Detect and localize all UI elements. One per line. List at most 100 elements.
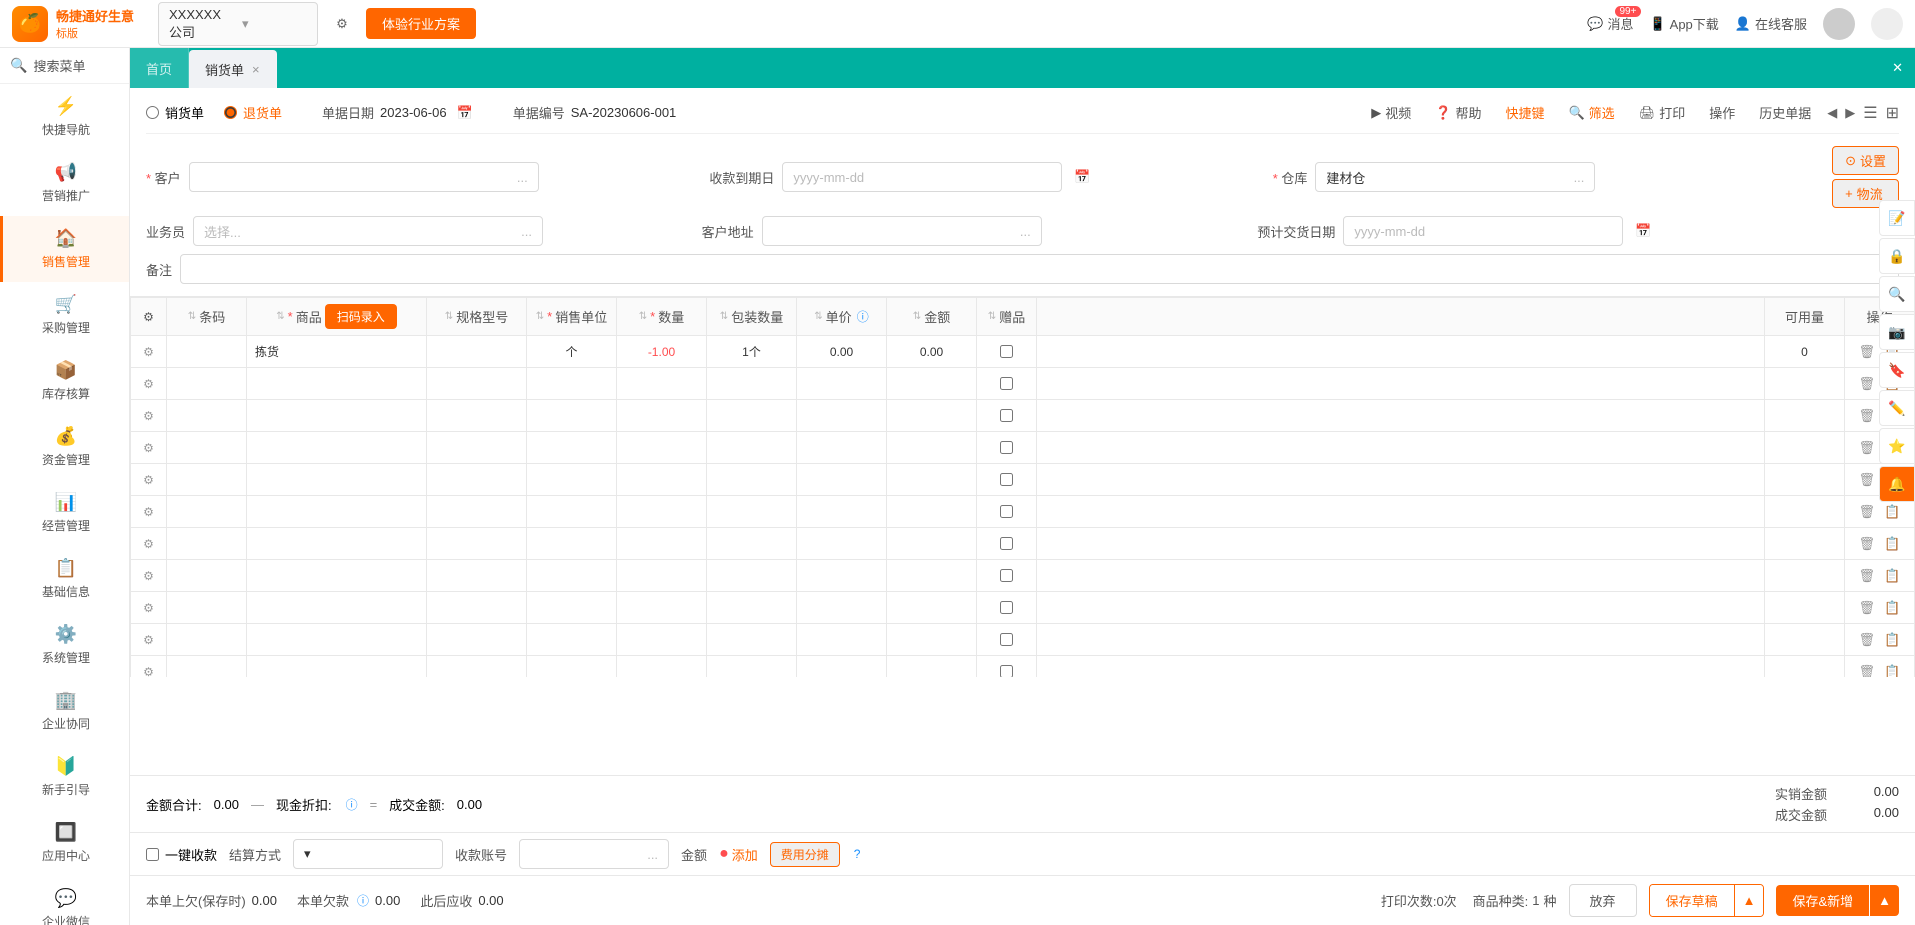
cell-pack-qty[interactable] — [707, 496, 797, 528]
cell-unit[interactable] — [527, 496, 617, 528]
sidebar-item-quick-nav[interactable]: ⚡ 快捷导航 — [0, 84, 129, 150]
cost-split-button[interactable]: 费用分摊 — [770, 842, 840, 867]
gift-checkbox[interactable] — [1000, 377, 1013, 390]
cell-notes[interactable] — [1037, 528, 1765, 560]
nav-next-icon[interactable]: ▶ — [1845, 105, 1855, 121]
scan-button[interactable]: 扫码录入 — [325, 304, 397, 329]
th-gift-sort[interactable]: ⇅ — [988, 311, 996, 322]
delete-icon[interactable]: 🗑 — [1858, 568, 1875, 583]
cell-price[interactable] — [797, 464, 887, 496]
shortcut-btn[interactable]: 快捷键 — [1497, 100, 1552, 125]
rf-btn-2[interactable]: 🔒 — [1879, 238, 1915, 274]
cell-qty[interactable] — [617, 528, 707, 560]
sidebar-item-system[interactable]: ⚙️ 系统管理 — [0, 612, 129, 678]
warehouse-input[interactable]: 建材仓 ... — [1315, 162, 1595, 192]
delete-icon[interactable]: 🗑 — [1858, 376, 1875, 391]
cell-price[interactable] — [797, 400, 887, 432]
settings-button[interactable]: ⊙ 设置 — [1832, 146, 1899, 175]
expected-date-calendar-icon[interactable]: 📅 — [1635, 223, 1651, 239]
sidebar-item-marketing[interactable]: 📢 营销推广 — [0, 150, 129, 216]
cell-product[interactable] — [247, 528, 427, 560]
video-btn[interactable]: ▶ 视频 — [1363, 100, 1419, 125]
copy-icon[interactable]: 📋 — [1884, 632, 1900, 647]
delete-icon[interactable]: 🗑 — [1858, 600, 1875, 615]
cell-notes[interactable] — [1037, 656, 1765, 678]
cell-gift[interactable] — [977, 496, 1037, 528]
print-btn[interactable]: 🖨 打印 — [1631, 100, 1694, 125]
cell-spec[interactable] — [427, 560, 527, 592]
sidebar-item-purchase[interactable]: 🛒 采购管理 — [0, 282, 129, 348]
add-button[interactable]: ● 添加 — [719, 845, 758, 864]
cell-unit[interactable] — [527, 368, 617, 400]
close-window-icon[interactable]: ✕ — [1892, 60, 1915, 76]
cell-spec[interactable] — [427, 496, 527, 528]
cell-price[interactable]: 0.00 — [797, 336, 887, 368]
cell-notes[interactable] — [1037, 400, 1765, 432]
price-info-icon[interactable]: ⓘ — [857, 308, 869, 325]
cell-amount[interactable] — [887, 464, 977, 496]
cell-unit[interactable] — [527, 560, 617, 592]
cell-spec[interactable] — [427, 656, 527, 678]
copy-icon[interactable]: 📋 — [1884, 536, 1900, 551]
cell-unit[interactable] — [527, 528, 617, 560]
th-qty-sort[interactable]: ⇅ — [639, 311, 647, 322]
trial-button[interactable]: 体验行业方案 — [366, 8, 476, 39]
th-settings[interactable]: ⚙ — [131, 298, 167, 336]
rf-btn-8[interactable]: 🔔 — [1879, 466, 1915, 502]
cell-amount[interactable] — [887, 528, 977, 560]
cell-barcode[interactable] — [167, 624, 247, 656]
delete-icon[interactable]: 🗑 — [1858, 472, 1875, 487]
cell-gift[interactable] — [977, 656, 1037, 678]
gift-checkbox[interactable] — [1000, 473, 1013, 486]
tab-home[interactable]: 首页 — [130, 48, 189, 88]
cell-barcode[interactable] — [167, 528, 247, 560]
cell-gift[interactable] — [977, 528, 1037, 560]
cell-barcode[interactable] — [167, 592, 247, 624]
cell-amount[interactable] — [887, 560, 977, 592]
gift-checkbox[interactable] — [1000, 601, 1013, 614]
cell-gift[interactable] — [977, 624, 1037, 656]
cell-price[interactable] — [797, 592, 887, 624]
cell-barcode[interactable] — [167, 432, 247, 464]
rf-btn-5[interactable]: 🔖 — [1879, 352, 1915, 388]
cell-spec[interactable] — [427, 432, 527, 464]
cell-barcode[interactable] — [167, 400, 247, 432]
cell-barcode[interactable] — [167, 656, 247, 678]
sidebar-item-guide[interactable]: 🔰 新手引导 — [0, 744, 129, 810]
cell-settings[interactable]: ⚙ — [131, 368, 167, 400]
arrears-info[interactable]: ⓘ — [357, 892, 369, 909]
cell-qty[interactable] — [617, 496, 707, 528]
cell-spec[interactable] — [427, 336, 527, 368]
sidebar-item-inventory[interactable]: 📦 库存核算 — [0, 348, 129, 414]
cell-gift[interactable] — [977, 560, 1037, 592]
cell-spec[interactable] — [427, 528, 527, 560]
online-service-item[interactable]: 👤 在线客服 — [1735, 14, 1807, 33]
cell-settings[interactable]: ⚙ — [131, 432, 167, 464]
cell-price[interactable] — [797, 624, 887, 656]
cell-pack-qty[interactable] — [707, 528, 797, 560]
cell-qty[interactable] — [617, 368, 707, 400]
gift-checkbox[interactable] — [1000, 665, 1013, 677]
due-date-input[interactable]: yyyy-mm-dd — [782, 162, 1062, 192]
cell-unit[interactable] — [527, 432, 617, 464]
cell-pack-qty[interactable] — [707, 400, 797, 432]
account-input[interactable]: ... — [519, 839, 669, 869]
cell-price[interactable] — [797, 528, 887, 560]
cell-price[interactable] — [797, 560, 887, 592]
th-product-sort[interactable]: ⇅ — [276, 311, 284, 322]
gift-checkbox[interactable] — [1000, 569, 1013, 582]
save-draft-button[interactable]: 保存草稿 — [1650, 885, 1734, 916]
tab-close-icon[interactable]: × — [252, 62, 260, 77]
radio-return[interactable]: 退货单 — [224, 103, 282, 122]
split-help-icon[interactable]: ? — [854, 847, 861, 861]
cell-pack-qty[interactable] — [707, 624, 797, 656]
cell-amount[interactable] — [887, 656, 977, 678]
gift-checkbox[interactable] — [1000, 505, 1013, 518]
cell-notes[interactable] — [1037, 560, 1765, 592]
cell-notes[interactable] — [1037, 496, 1765, 528]
cell-notes[interactable] — [1037, 336, 1765, 368]
cell-spec[interactable] — [427, 368, 527, 400]
cell-pack-qty[interactable] — [707, 656, 797, 678]
cell-product[interactable] — [247, 560, 427, 592]
cell-price[interactable] — [797, 656, 887, 678]
